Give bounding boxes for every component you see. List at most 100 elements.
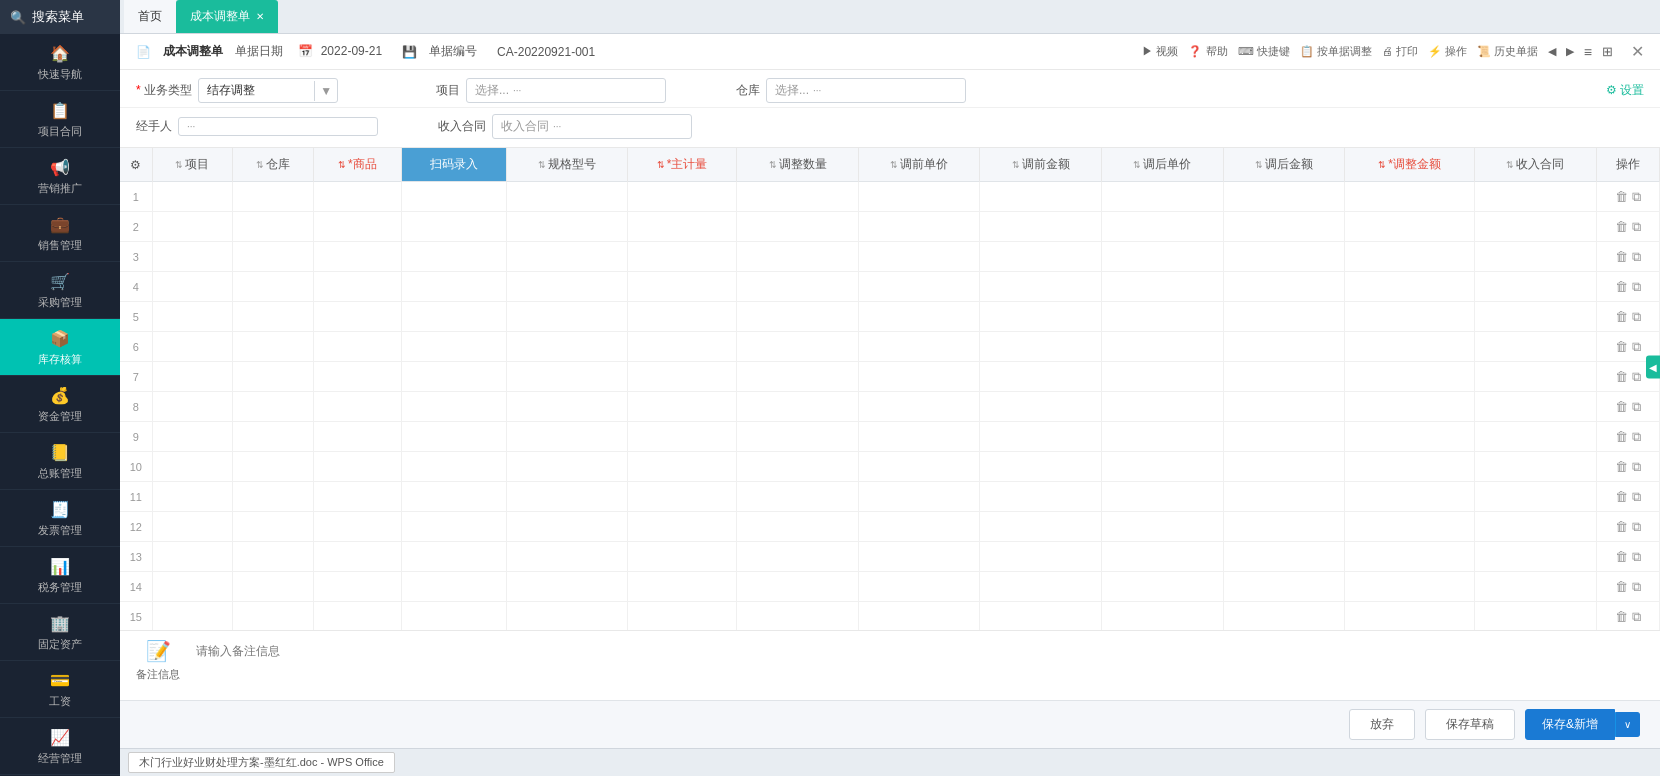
cell-after-amount[interactable]: [1223, 422, 1345, 452]
action-help[interactable]: ❓ 帮助: [1188, 44, 1227, 59]
cell-spec[interactable]: [506, 392, 628, 422]
cell-after-amount[interactable]: [1223, 362, 1345, 392]
cell-product[interactable]: [313, 242, 402, 272]
cell-spec[interactable]: [506, 182, 628, 212]
cell-after-amount[interactable]: [1223, 392, 1345, 422]
cell-spec[interactable]: [506, 602, 628, 631]
cell-before-price[interactable]: [858, 392, 980, 422]
cell-warehouse[interactable]: [233, 512, 314, 542]
cell-unit[interactable]: [628, 512, 737, 542]
cell-adjust-amount[interactable]: [1345, 452, 1475, 482]
cell-after-amount[interactable]: [1223, 272, 1345, 302]
cell-scan[interactable]: [402, 542, 506, 572]
cell-after-amount[interactable]: [1223, 212, 1345, 242]
cell-after-price[interactable]: [1102, 572, 1224, 602]
sidebar-item-quick-nav[interactable]: 🏠快速导航: [0, 34, 120, 91]
cell-scan[interactable]: [402, 332, 506, 362]
cell-warehouse[interactable]: [233, 572, 314, 602]
copy-row-icon[interactable]: ⧉: [1632, 249, 1641, 265]
cell-before-price[interactable]: [858, 452, 980, 482]
cell-before-amount[interactable]: [980, 452, 1102, 482]
copy-row-icon[interactable]: ⧉: [1632, 279, 1641, 295]
cell-unit[interactable]: [628, 332, 737, 362]
cell-project[interactable]: [152, 452, 233, 482]
cell-scan[interactable]: [402, 272, 506, 302]
cell-income-contract[interactable]: [1474, 452, 1596, 482]
cell-qty[interactable]: [737, 422, 859, 452]
cell-project[interactable]: [152, 182, 233, 212]
cell-scan[interactable]: [402, 602, 506, 631]
copy-row-icon[interactable]: ⧉: [1632, 609, 1641, 625]
delete-row-icon[interactable]: 🗑: [1615, 219, 1628, 235]
cell-qty[interactable]: [737, 332, 859, 362]
cell-scan[interactable]: [402, 302, 506, 332]
cell-spec[interactable]: [506, 482, 628, 512]
cell-before-price[interactable]: [858, 242, 980, 272]
notes-input[interactable]: [192, 639, 1644, 675]
col-scan[interactable]: 扫码录入: [402, 148, 506, 182]
copy-row-icon[interactable]: ⧉: [1632, 489, 1641, 505]
copy-row-icon[interactable]: ⧉: [1632, 549, 1641, 565]
cell-warehouse[interactable]: [233, 602, 314, 631]
cell-after-price[interactable]: [1102, 362, 1224, 392]
cell-spec[interactable]: [506, 572, 628, 602]
cell-qty[interactable]: [737, 542, 859, 572]
action-video[interactable]: ▶ 视频: [1142, 44, 1178, 59]
cell-qty[interactable]: [737, 452, 859, 482]
cell-income-contract[interactable]: [1474, 422, 1596, 452]
cell-before-amount[interactable]: [980, 242, 1102, 272]
cell-income-contract[interactable]: [1474, 212, 1596, 242]
delete-row-icon[interactable]: 🗑: [1615, 339, 1628, 355]
delete-row-icon[interactable]: 🗑: [1615, 249, 1628, 265]
cell-adjust-amount[interactable]: [1345, 272, 1475, 302]
cell-qty[interactable]: [737, 182, 859, 212]
cell-spec[interactable]: [506, 272, 628, 302]
cell-after-amount[interactable]: [1223, 602, 1345, 631]
cell-scan[interactable]: [402, 512, 506, 542]
cell-after-amount[interactable]: [1223, 332, 1345, 362]
cell-product[interactable]: [313, 182, 402, 212]
cell-after-amount[interactable]: [1223, 302, 1345, 332]
cell-income-contract[interactable]: [1474, 362, 1596, 392]
delete-row-icon[interactable]: 🗑: [1615, 189, 1628, 205]
cell-after-price[interactable]: [1102, 212, 1224, 242]
cell-unit[interactable]: [628, 542, 737, 572]
cell-after-price[interactable]: [1102, 302, 1224, 332]
cell-product[interactable]: [313, 482, 402, 512]
cell-income-contract[interactable]: [1474, 512, 1596, 542]
cell-before-amount[interactable]: [980, 302, 1102, 332]
cell-after-amount[interactable]: [1223, 452, 1345, 482]
copy-row-icon[interactable]: ⧉: [1632, 309, 1641, 325]
action-print[interactable]: 🖨 打印: [1382, 44, 1418, 59]
cell-qty[interactable]: [737, 272, 859, 302]
cell-project[interactable]: [152, 392, 233, 422]
cell-warehouse[interactable]: [233, 332, 314, 362]
cell-product[interactable]: [313, 452, 402, 482]
sidebar-item-sales[interactable]: 💼销售管理: [0, 205, 120, 262]
action-prev[interactable]: ◀: [1548, 45, 1556, 58]
cell-qty[interactable]: [737, 392, 859, 422]
sidebar-item-operations[interactable]: 📈经营管理: [0, 718, 120, 775]
cell-warehouse[interactable]: [233, 302, 314, 332]
delete-row-icon[interactable]: 🗑: [1615, 399, 1628, 415]
cell-project[interactable]: [152, 602, 233, 631]
delete-row-icon[interactable]: 🗑: [1615, 369, 1628, 385]
action-operation[interactable]: ⚡ 操作: [1428, 44, 1467, 59]
cell-adjust-amount[interactable]: [1345, 212, 1475, 242]
cell-product[interactable]: [313, 542, 402, 572]
cell-before-price[interactable]: [858, 362, 980, 392]
cell-unit[interactable]: [628, 182, 737, 212]
cell-project[interactable]: [152, 332, 233, 362]
cell-warehouse[interactable]: [233, 542, 314, 572]
cell-spec[interactable]: [506, 242, 628, 272]
cell-before-price[interactable]: [858, 332, 980, 362]
project-input[interactable]: 选择... ···: [466, 78, 666, 103]
cell-product[interactable]: [313, 302, 402, 332]
cell-warehouse[interactable]: [233, 182, 314, 212]
cell-unit[interactable]: [628, 392, 737, 422]
sidebar-item-ledger[interactable]: 📒总账管理: [0, 433, 120, 490]
save-new-main[interactable]: 保存&新增: [1525, 709, 1615, 740]
cell-unit[interactable]: [628, 272, 737, 302]
cell-after-price[interactable]: [1102, 602, 1224, 631]
delete-row-icon[interactable]: 🗑: [1615, 279, 1628, 295]
